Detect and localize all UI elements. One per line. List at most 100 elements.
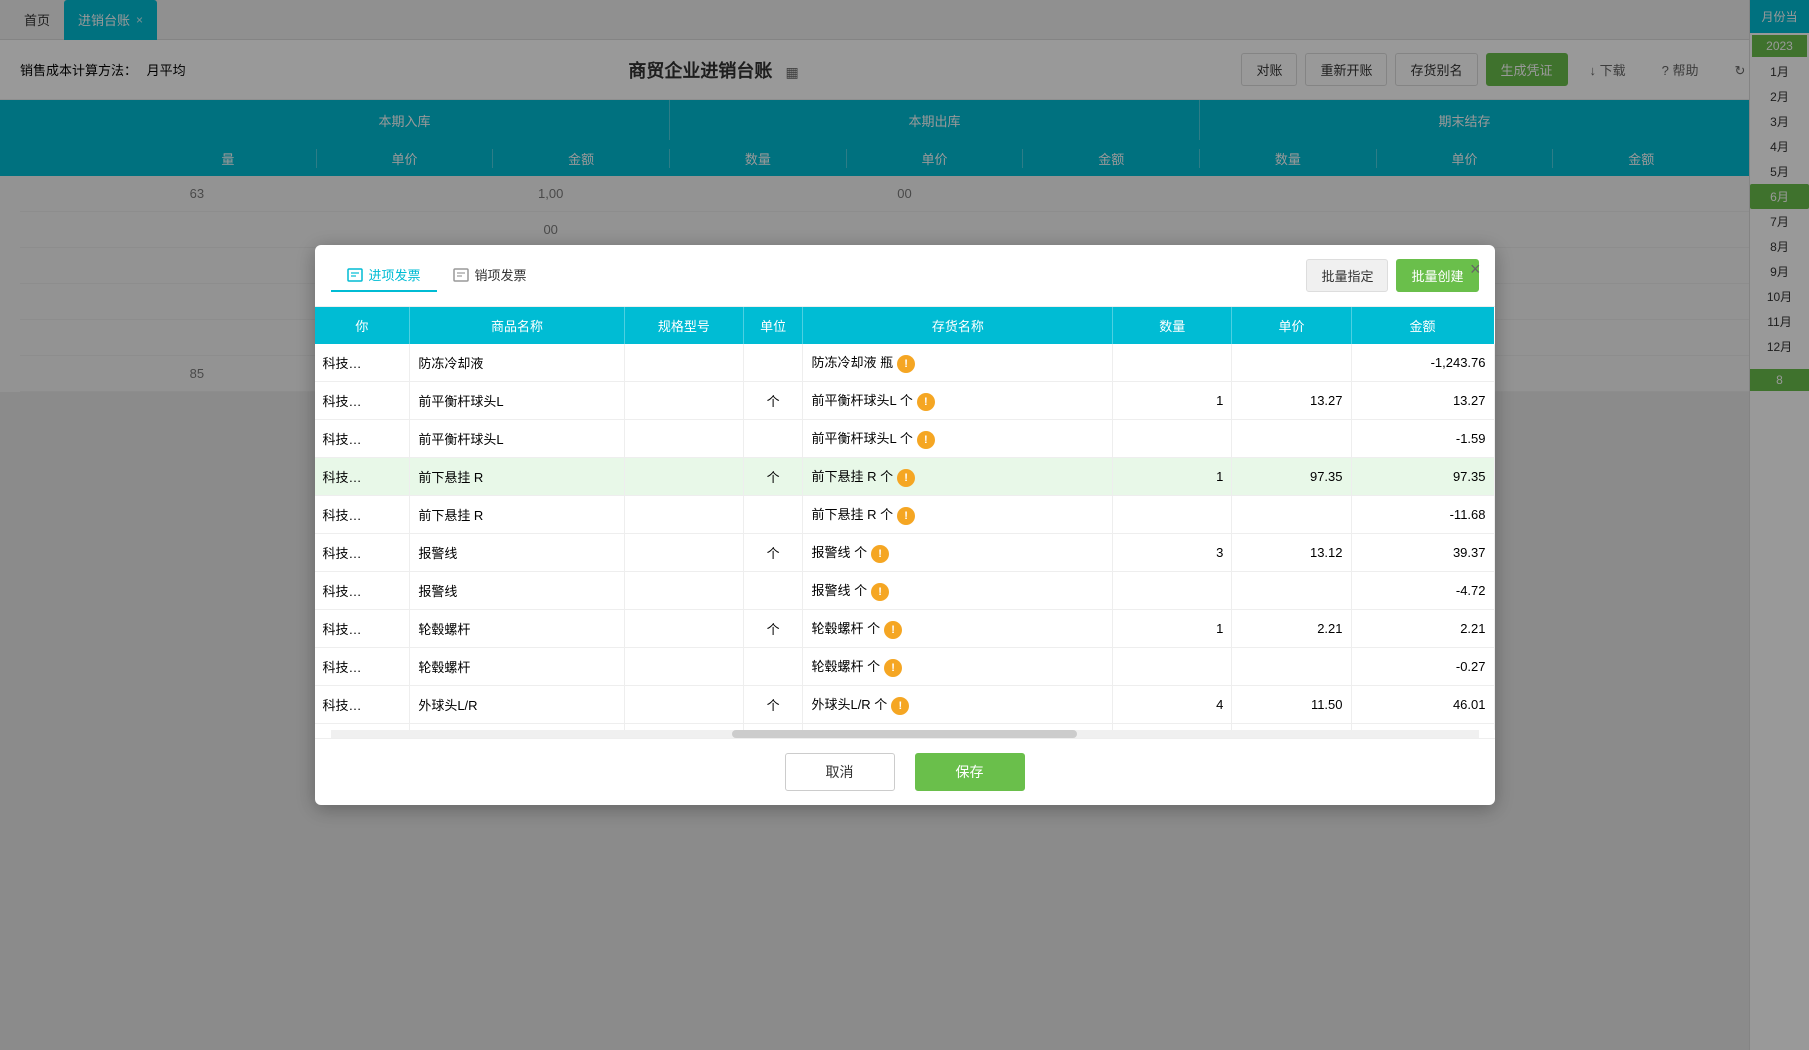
inventory-name-cell: 前平衡杆球头L 个! bbox=[803, 382, 1113, 420]
warning-icon: ! bbox=[871, 545, 889, 563]
warning-icon: ! bbox=[884, 659, 902, 677]
incoming-invoice-icon bbox=[347, 267, 363, 283]
spec-cell bbox=[624, 458, 743, 496]
th-unit: 单位 bbox=[743, 307, 803, 344]
inventory-name-text: 轮毂螺杆 个 bbox=[811, 621, 880, 636]
table-row: 科技…前平衡杆球头L 前平衡杆球头L 个! -1.59 bbox=[315, 420, 1495, 458]
dialog-header: 进项发票 销项发票 批量指定 批量创建 × bbox=[315, 245, 1495, 307]
unit-price-cell bbox=[1232, 648, 1351, 686]
spec-cell bbox=[624, 686, 743, 724]
amount-cell: -0.27 bbox=[1351, 648, 1494, 686]
tab-incoming-invoice[interactable]: 进项发票 bbox=[331, 259, 437, 292]
company-cell: 科技… bbox=[315, 420, 410, 458]
inventory-name-text: 防冻冷却液 瓶 bbox=[811, 355, 893, 370]
company-cell: 科技… bbox=[315, 572, 410, 610]
company-cell: 科技… bbox=[315, 382, 410, 420]
company-cell: 科技… bbox=[315, 496, 410, 534]
warning-icon: ! bbox=[897, 507, 915, 525]
quantity-cell bbox=[1113, 572, 1232, 610]
quantity-cell: 1 bbox=[1113, 382, 1232, 420]
amount-cell: -1,243.76 bbox=[1351, 344, 1494, 382]
batch-assign-button[interactable]: 批量指定 bbox=[1306, 259, 1388, 292]
table-row: 科技…前下悬挂 R前下悬挂 R 个!-11.68 bbox=[315, 496, 1495, 534]
save-button[interactable]: 保存 bbox=[915, 753, 1025, 791]
unit-cell: 个 bbox=[743, 458, 803, 496]
th-inventory-name: 存货名称 bbox=[803, 307, 1113, 344]
spec-cell bbox=[624, 648, 743, 686]
product-name-cell: 报警线 bbox=[410, 534, 624, 572]
amount-cell: -1.59 bbox=[1351, 420, 1494, 458]
scrollbar-thumb[interactable] bbox=[732, 730, 1076, 738]
unit-cell: 个 bbox=[743, 686, 803, 724]
inventory-name-cell: 防冻冷却液 瓶! bbox=[803, 344, 1113, 382]
table-row: 科技…轮毂螺杆个轮毂螺杆 个!12.212.21 bbox=[315, 610, 1495, 648]
warning-icon: ! bbox=[871, 583, 889, 601]
inventory-name-text: 前平衡杆球头L 个 bbox=[811, 431, 912, 446]
inventory-name-text: 前平衡杆球头L 个 bbox=[811, 393, 912, 408]
warning-icon: ! bbox=[891, 697, 909, 715]
warning-icon: ! bbox=[917, 393, 935, 411]
spec-cell bbox=[624, 610, 743, 648]
company-cell: 科技… bbox=[315, 648, 410, 686]
table-row: 科技…报警线报警线 个!-4.72 bbox=[315, 572, 1495, 610]
tab-outgoing-invoice[interactable]: 销项发票 bbox=[437, 259, 543, 292]
th-company: 你 bbox=[315, 307, 410, 344]
inventory-name-cell: 报警线 个! bbox=[803, 534, 1113, 572]
quantity-cell: 4 bbox=[1113, 686, 1232, 724]
quantity-cell: 1 bbox=[1113, 458, 1232, 496]
spec-cell bbox=[624, 534, 743, 572]
amount-cell: 39.37 bbox=[1351, 534, 1494, 572]
invoice-table: 你 商品名称 规格型号 单位 存货名称 数量 单价 金额 科技…防冻冷却液防冻冷… bbox=[315, 307, 1495, 730]
amount-cell: 13.27 bbox=[1351, 382, 1494, 420]
warning-icon: ! bbox=[897, 469, 915, 487]
th-product-name: 商品名称 bbox=[410, 307, 624, 344]
th-unit-price: 单价 bbox=[1232, 307, 1351, 344]
table-row: 科技…前下悬挂 R个前下悬挂 R 个!197.3597.35 bbox=[315, 458, 1495, 496]
table-row: 科技…轮毂螺杆轮毂螺杆 个!-0.27 bbox=[315, 648, 1495, 686]
dialog-footer: 取消 保存 bbox=[315, 738, 1495, 805]
unit-cell bbox=[743, 648, 803, 686]
amount-cell: -4.72 bbox=[1351, 572, 1494, 610]
inventory-name-cell: 轮毂螺杆 个! bbox=[803, 610, 1113, 648]
product-name-cell: 前平衡杆球头L bbox=[410, 420, 624, 458]
spec-cell bbox=[624, 382, 743, 420]
company-cell: 科技… bbox=[315, 686, 410, 724]
quantity-cell bbox=[1113, 344, 1232, 382]
unit-price-cell bbox=[1232, 496, 1351, 534]
amount-cell: 2.21 bbox=[1351, 610, 1494, 648]
dialog-close-button[interactable]: × bbox=[1470, 259, 1481, 280]
quantity-cell: 3 bbox=[1113, 534, 1232, 572]
table-row: 科技…外球头L/R个外球头L/R 个!411.5046.01 bbox=[315, 686, 1495, 724]
amount-cell: -11.68 bbox=[1351, 496, 1494, 534]
inventory-name-cell: 前下悬挂 R 个! bbox=[803, 458, 1113, 496]
unit-price-cell: 13.12 bbox=[1232, 534, 1351, 572]
unit-price-cell bbox=[1232, 420, 1351, 458]
company-cell: 科技… bbox=[315, 344, 410, 382]
cancel-button[interactable]: 取消 bbox=[785, 753, 895, 791]
spec-cell bbox=[624, 496, 743, 534]
unit-cell bbox=[743, 420, 803, 458]
th-amount: 金额 bbox=[1351, 307, 1494, 344]
th-spec: 规格型号 bbox=[624, 307, 743, 344]
amount-cell: 97.35 bbox=[1351, 458, 1494, 496]
invoice-table-body: 科技…防冻冷却液防冻冷却液 瓶!-1,243.76科技…前平衡杆球头L个前平衡杆… bbox=[315, 344, 1495, 730]
batch-create-button[interactable]: 批量创建 bbox=[1396, 259, 1478, 292]
dialog-overlay: 进项发票 销项发票 批量指定 批量创建 × 你 bbox=[0, 0, 1809, 1050]
spec-cell bbox=[624, 344, 743, 382]
inventory-name-cell: 前下悬挂 R 个! bbox=[803, 496, 1113, 534]
dialog: 进项发票 销项发票 批量指定 批量创建 × 你 bbox=[315, 245, 1495, 805]
unit-price-cell: 13.27 bbox=[1232, 382, 1351, 420]
inventory-name-cell: 前平衡杆球头L 个! bbox=[803, 420, 1113, 458]
horizontal-scrollbar[interactable] bbox=[331, 730, 1479, 738]
spec-cell bbox=[624, 420, 743, 458]
product-name-cell: 前平衡杆球头L bbox=[410, 382, 624, 420]
product-name-cell: 防冻冷却液 bbox=[410, 344, 624, 382]
product-name-cell: 轮毂螺杆 bbox=[410, 610, 624, 648]
inventory-name-cell: 外球头L/R 个! bbox=[803, 686, 1113, 724]
quantity-cell bbox=[1113, 648, 1232, 686]
company-cell: 科技… bbox=[315, 534, 410, 572]
unit-cell: 个 bbox=[743, 382, 803, 420]
dialog-actions: 批量指定 批量创建 bbox=[1306, 259, 1478, 292]
inventory-name-text: 外球头L/R 个 bbox=[811, 697, 887, 712]
warning-icon: ! bbox=[917, 431, 935, 449]
